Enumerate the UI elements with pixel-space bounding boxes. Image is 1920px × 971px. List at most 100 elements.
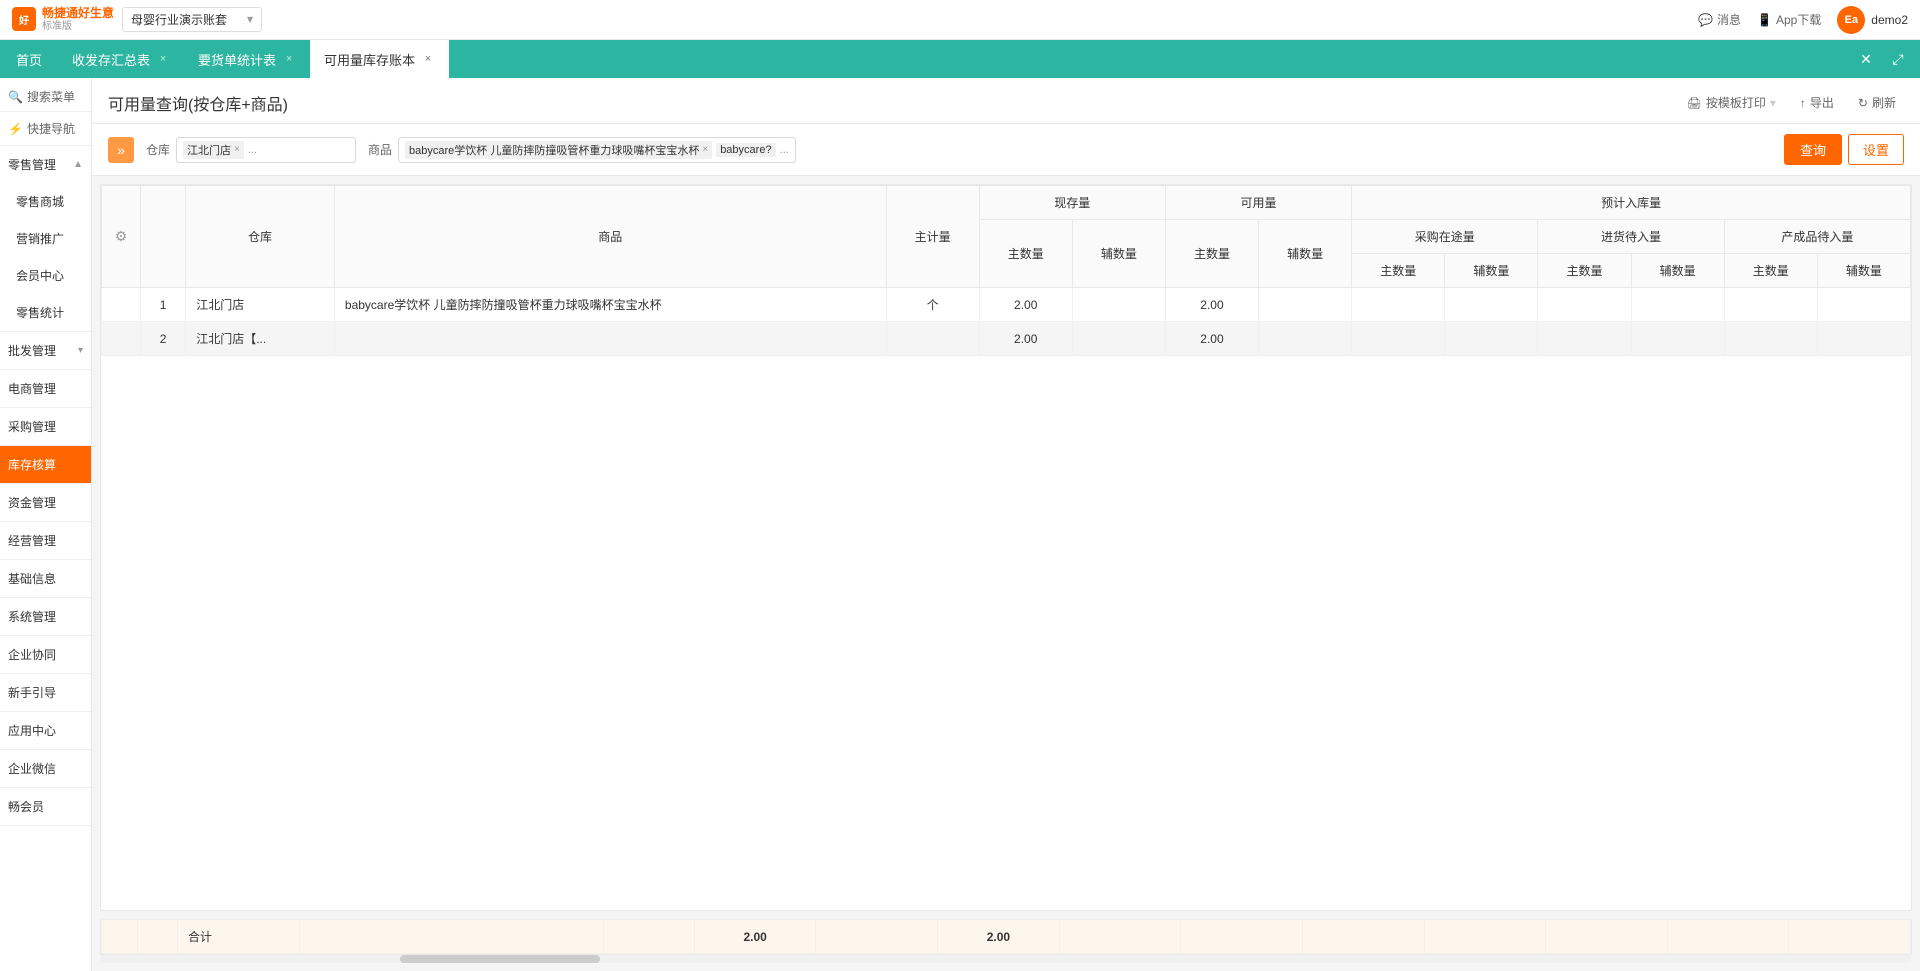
- sidebar-item-collab[interactable]: 企业协同: [0, 636, 91, 673]
- refresh-button[interactable]: ↻ 刷新: [1850, 90, 1904, 115]
- query-button[interactable]: 查询: [1784, 134, 1842, 165]
- cell-purchase-aux: [1445, 288, 1538, 322]
- col-stock-aux: 辅数量: [1072, 220, 1165, 288]
- logo-icon: 好: [12, 7, 36, 31]
- warehouse-label: 仓库: [146, 141, 170, 158]
- warehouse-more[interactable]: ...: [248, 144, 257, 156]
- sidebar-item-marketing[interactable]: 营销推广: [0, 220, 91, 257]
- sidebar-search[interactable]: 🔍 搜索菜单: [0, 78, 91, 112]
- sidebar-item-app-center[interactable]: 应用中心: [0, 712, 91, 749]
- tab-available-inventory[interactable]: 可用量库存账本 ×: [310, 40, 449, 78]
- tab-order-stats[interactable]: 要货单统计表 ×: [184, 40, 310, 78]
- chevron-down-icon: ▾: [247, 12, 253, 26]
- col-group-inbound: 进货待入量: [1538, 220, 1724, 254]
- col-inbound-main: 主数量: [1538, 254, 1631, 288]
- scrollbar-thumb[interactable]: [400, 955, 600, 963]
- sidebar-item-member[interactable]: 畅会员: [0, 788, 91, 825]
- page-actions: 🖨 按模板打印 ▾ ↑ 导出 ↻ 刷新: [1679, 90, 1904, 115]
- sidebar-section-purchase: 采购管理: [0, 408, 91, 446]
- app-download-button[interactable]: 📱 App下载: [1757, 11, 1821, 28]
- user-menu[interactable]: Ea demo2: [1837, 6, 1908, 34]
- horizontal-scrollbar[interactable]: [100, 955, 1912, 963]
- filter-area: » 仓库 江北门店 × ... 商品 babycare学饮杯 儿童防摔防撞吸管杯…: [92, 124, 1920, 176]
- tag-close-icon[interactable]: ×: [234, 144, 240, 155]
- tag-close-icon[interactable]: ×: [702, 144, 708, 155]
- tab-home[interactable]: 首页: [0, 40, 58, 78]
- expand-filter-button[interactable]: »: [108, 137, 134, 163]
- tab-close-icon[interactable]: ×: [156, 52, 170, 66]
- column-settings-icon[interactable]: ⚙: [112, 228, 130, 246]
- settings-button[interactable]: 设置: [1848, 134, 1904, 165]
- user-name: demo2: [1871, 13, 1908, 27]
- sidebar-item-operations[interactable]: 经营管理: [0, 522, 91, 559]
- sidebar-section-operations: 经营管理: [0, 522, 91, 560]
- tab-close-icon[interactable]: ×: [282, 52, 296, 66]
- sidebar-section-collab: 企业协同: [0, 636, 91, 674]
- export-button[interactable]: ↑ 导出: [1792, 90, 1842, 115]
- sidebar-item-system[interactable]: 系统管理: [0, 598, 91, 635]
- cell-product-aux: [1817, 322, 1910, 356]
- sidebar-section-inventory: 库存核算: [0, 446, 91, 484]
- product-more[interactable]: ...: [780, 144, 789, 156]
- col-product: 商品: [334, 186, 886, 288]
- cell-avail-main: 2.00: [1165, 322, 1258, 356]
- product-tag-1: babycare学饮杯 儿童防摔防撞吸管杯重力球吸嘴杯宝宝水杯 ×: [405, 141, 712, 159]
- close-window-icon[interactable]: ✕: [1852, 45, 1880, 73]
- sidebar-item-retail-stats[interactable]: 零售统计: [0, 294, 91, 331]
- warehouse-filter: 仓库 江北门店 × ...: [146, 137, 356, 163]
- cell-product-aux: [1817, 288, 1910, 322]
- sidebar-quick-nav[interactable]: ⚡ 快捷导航: [0, 112, 91, 146]
- table-row: 1 江北门店 babycare学饮杯 儿童防摔防撞吸管杯重力球吸嘴杯宝宝水杯 个…: [102, 288, 1911, 322]
- col-product-main: 主数量: [1724, 254, 1817, 288]
- sidebar-item-newbie[interactable]: 新手引导: [0, 674, 91, 711]
- content-area: 可用量查询(按仓库+商品) 🖨 按模板打印 ▾ ↑ 导出 ↻ 刷新: [92, 78, 1920, 971]
- product-input[interactable]: babycare学饮杯 儿童防摔防撞吸管杯重力球吸嘴杯宝宝水杯 × babyca…: [398, 137, 796, 163]
- logo-text: 畅捷通好生意: [42, 6, 114, 20]
- cell-warehouse: 江北门店: [186, 288, 335, 322]
- cell-warehouse: 江北门店【...: [186, 322, 335, 356]
- sidebar-section-wechat: 企业微信: [0, 750, 91, 788]
- table-row: 2 江北门店【... 2.00 2.00: [102, 322, 1911, 356]
- message-button[interactable]: 💬 消息: [1698, 11, 1741, 28]
- sidebar-item-ecommerce[interactable]: 电商管理: [0, 370, 91, 407]
- cell-inbound-main: [1538, 322, 1631, 356]
- col-purchase-main: 主数量: [1352, 254, 1445, 288]
- sidebar-item-purchase[interactable]: 采购管理: [0, 408, 91, 445]
- sidebar-section-app-center: 应用中心: [0, 712, 91, 750]
- nav-icon: ⚡: [8, 122, 23, 136]
- sidebar-section-system: 系统管理: [0, 598, 91, 636]
- sidebar-item-retail-mall[interactable]: 零售商城: [0, 183, 91, 220]
- nav-tabs: 首页 收发存汇总表 × 要货单统计表 × 可用量库存账本 × ✕ ⤢: [0, 40, 1920, 78]
- col-row-num: [141, 186, 186, 288]
- inventory-table-wrapper: ⚙ 仓库 商品 主计量 现存量 可用量 预计入库量 主数量 辅数量 主数量: [100, 184, 1912, 911]
- sidebar-item-inventory[interactable]: 库存核算: [0, 446, 91, 483]
- cell-inbound-main: [1538, 288, 1631, 322]
- expand-icon[interactable]: ⤢: [1884, 45, 1912, 73]
- chevron-up-icon: ▲: [73, 159, 83, 170]
- sidebar-item-wechat[interactable]: 企业微信: [0, 750, 91, 787]
- product-tag-2: babycare?: [716, 143, 775, 157]
- col-settings: ⚙: [102, 186, 141, 288]
- tab-close-icon[interactable]: ×: [421, 52, 435, 66]
- sidebar-item-retail-management[interactable]: 零售管理 ▲: [0, 146, 91, 183]
- sidebar-item-basic-info[interactable]: 基础信息: [0, 560, 91, 597]
- warehouse-input[interactable]: 江北门店 × ...: [176, 137, 356, 163]
- col-stock-main: 主数量: [979, 220, 1072, 288]
- template-selector[interactable]: 母婴行业演示账套 ▾: [122, 7, 262, 32]
- print-button[interactable]: 🖨 按模板打印 ▾: [1679, 90, 1784, 115]
- col-group-purchase: 采购在途量: [1352, 220, 1538, 254]
- sidebar-item-wholesale[interactable]: 批发管理 ▾: [0, 332, 91, 369]
- sidebar-section-finance: 资金管理: [0, 484, 91, 522]
- tab-receive-summary[interactable]: 收发存汇总表 ×: [58, 40, 184, 78]
- col-inbound-aux: 辅数量: [1631, 254, 1724, 288]
- cell-settings: [102, 288, 141, 322]
- sidebar-item-finance[interactable]: 资金管理: [0, 484, 91, 521]
- cell-row-num: 1: [141, 288, 186, 322]
- inventory-table: ⚙ 仓库 商品 主计量 现存量 可用量 预计入库量 主数量 辅数量 主数量: [101, 185, 1911, 356]
- chevron-down-icon: ▾: [1770, 96, 1776, 110]
- sidebar-section-newbie: 新手引导: [0, 674, 91, 712]
- sidebar-section-wholesale: 批发管理 ▾: [0, 332, 91, 370]
- sidebar-item-membership[interactable]: 会员中心: [0, 257, 91, 294]
- cell-avail-aux: [1259, 322, 1352, 356]
- cell-stock-main: 2.00: [979, 322, 1072, 356]
